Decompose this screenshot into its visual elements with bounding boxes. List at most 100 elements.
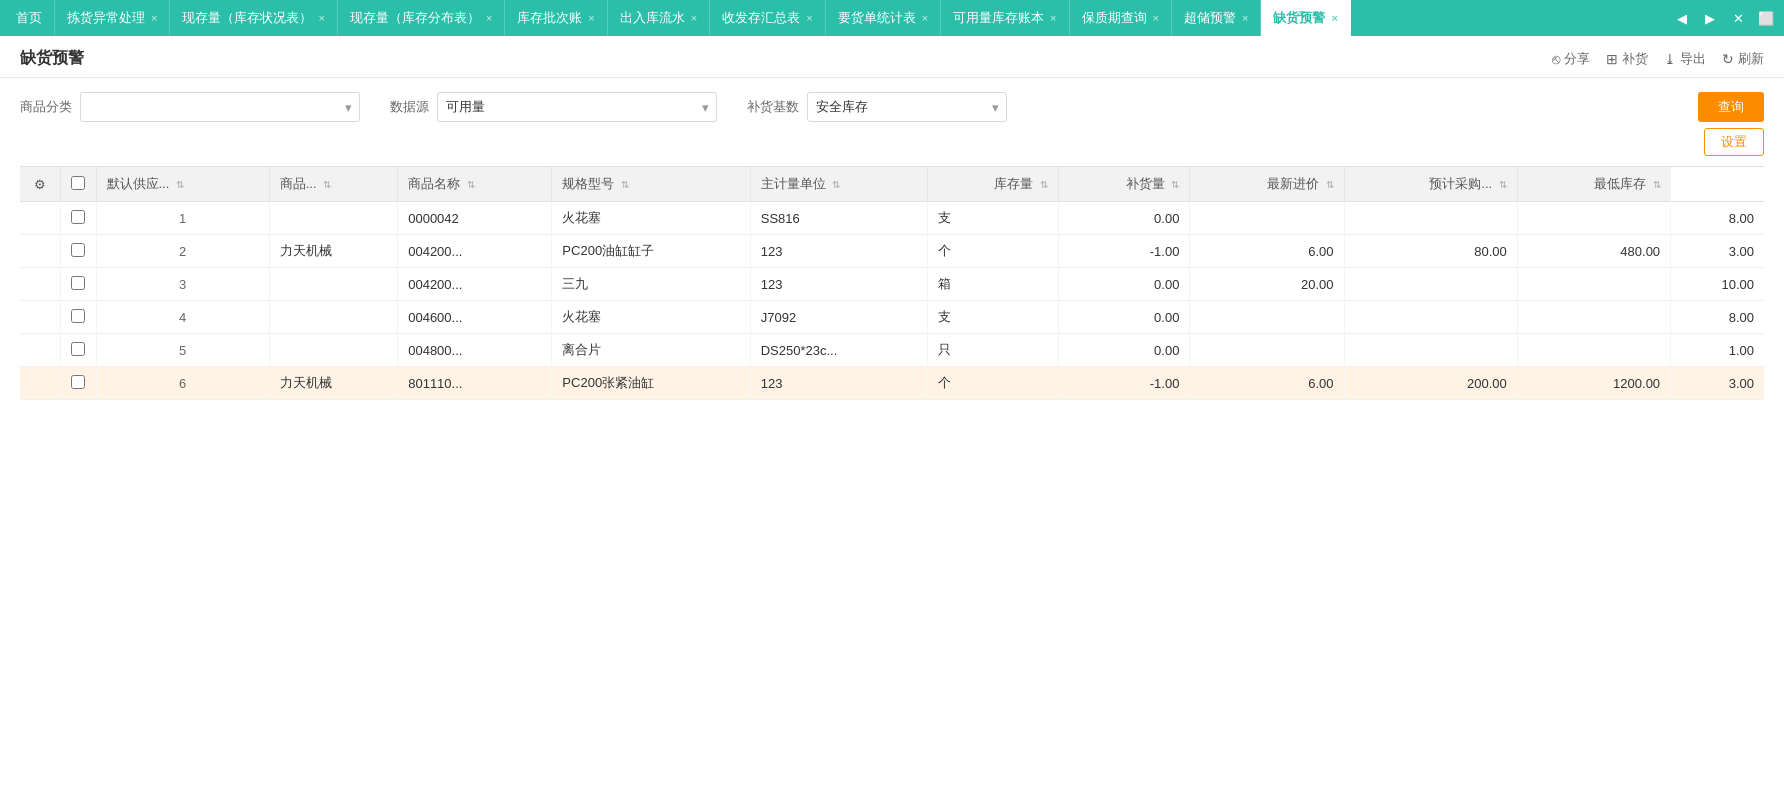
tab-bar: 首页 拣货异常处理 × 现存量（库存状况表） × 现存量（库存分布表） × 库存… (0, 0, 1784, 36)
restock-base-select[interactable]: 安全库存 (807, 92, 1007, 122)
row-product-name-1: PC200油缸缸子 (552, 235, 750, 268)
tab-receive-summary[interactable]: 收发存汇总表 × (710, 0, 825, 36)
row-min-stock-2: 10.00 (1671, 268, 1764, 301)
tab-overstock[interactable]: 超储预警 × (1172, 0, 1261, 36)
tab-close-available-ledger[interactable]: × (1050, 12, 1056, 24)
tab-available-ledger[interactable]: 可用量库存账本 × (941, 0, 1069, 36)
row-num-2: 3 (96, 268, 269, 301)
col-gear: ⚙ (20, 167, 60, 202)
col-header-stock-qty[interactable]: 库存量 ⇅ (927, 167, 1058, 202)
tab-demand-stat[interactable]: 要货单统计表 × (826, 0, 941, 36)
row-check-cell-5[interactable] (60, 367, 96, 400)
row-stock-qty-2: 0.00 (1059, 268, 1190, 301)
row-product-code-5: 801110... (398, 367, 552, 400)
tab-inout-flow[interactable]: 出入库流水 × (608, 0, 710, 36)
row-latest-price-5: 200.00 (1344, 367, 1517, 400)
col-header-product-code[interactable]: 商品... ⇅ (269, 167, 397, 202)
col-header-estimated-purchase[interactable]: 预计采购... ⇅ (1344, 167, 1517, 202)
row-estimated-purchase-4 (1517, 334, 1670, 367)
restock-base-label: 补货基数 (747, 98, 799, 116)
col-header-restock-qty[interactable]: 补货量 ⇅ (1059, 167, 1190, 202)
row-checkbox-3[interactable] (71, 309, 85, 323)
tab-close-shortage[interactable]: × (1331, 12, 1337, 24)
row-default-supplier-3 (269, 301, 397, 334)
tab-maximize-button[interactable]: ⬜ (1752, 4, 1780, 32)
tab-close-demand-stat[interactable]: × (922, 12, 928, 24)
tab-prev-button[interactable]: ◀ (1668, 4, 1696, 32)
refresh-icon: ↻ (1722, 51, 1734, 67)
row-latest-price-4 (1344, 334, 1517, 367)
export-icon: ⤓ (1664, 51, 1676, 67)
query-button[interactable]: 查询 (1698, 92, 1764, 122)
row-spec-1: 123 (750, 235, 927, 268)
row-checkbox-0[interactable] (71, 210, 85, 224)
row-restock-qty-1: 6.00 (1190, 235, 1344, 268)
col-header-product-name[interactable]: 商品名称 ⇅ (398, 167, 552, 202)
row-check-cell-1[interactable] (60, 235, 96, 268)
row-num-4: 5 (96, 334, 269, 367)
row-unit-0: 支 (927, 202, 1058, 235)
tab-inventory-status[interactable]: 现存量（库存状况表） × (170, 0, 337, 36)
tab-close-batch-account[interactable]: × (588, 12, 594, 24)
datasource-select-wrapper: 可用量 ▾ (437, 92, 717, 122)
tab-close-expiry-query[interactable]: × (1153, 12, 1159, 24)
sort-product-name-icon: ⇅ (467, 179, 475, 190)
tab-abnormal[interactable]: 拣货异常处理 × (55, 0, 170, 36)
refresh-button[interactable]: ↻ 刷新 (1722, 50, 1764, 68)
restock-base-filter-group: 补货基数 安全库存 ▾ (747, 92, 1007, 122)
row-product-code-2: 004200... (398, 268, 552, 301)
row-checkbox-5[interactable] (71, 375, 85, 389)
row-gear-4 (20, 334, 60, 367)
table-row: 4 004600... 火花塞 J7092 支 0.00 8.00 (20, 301, 1764, 334)
tab-close-inout-flow[interactable]: × (691, 12, 697, 24)
gear-icon[interactable]: ⚙ (34, 177, 46, 192)
row-default-supplier-1: 力天机械 (269, 235, 397, 268)
tab-inventory-dist[interactable]: 现存量（库存分布表） × (338, 0, 505, 36)
row-checkbox-4[interactable] (71, 342, 85, 356)
col-header-min-stock[interactable]: 最低库存 ⇅ (1517, 167, 1670, 202)
row-product-code-4: 004800... (398, 334, 552, 367)
tab-close-all-button[interactable]: ✕ (1724, 4, 1752, 32)
tab-close-inventory-status[interactable]: × (318, 12, 324, 24)
col-header-latest-price[interactable]: 最新进价 ⇅ (1190, 167, 1344, 202)
row-latest-price-0 (1344, 202, 1517, 235)
row-unit-4: 只 (927, 334, 1058, 367)
row-check-cell-0[interactable] (60, 202, 96, 235)
share-button[interactable]: ⎋ 分享 (1552, 50, 1590, 68)
tab-shortage[interactable]: 缺货预警 × (1261, 0, 1350, 36)
row-spec-2: 123 (750, 268, 927, 301)
sort-estimated-purchase-icon: ⇅ (1499, 179, 1507, 190)
settings-button[interactable]: 设置 (1704, 128, 1764, 156)
tab-home[interactable]: 首页 (4, 0, 55, 36)
tab-next-button[interactable]: ▶ (1696, 4, 1724, 32)
row-check-cell-4[interactable] (60, 334, 96, 367)
export-button[interactable]: ⤓ 导出 (1664, 50, 1706, 68)
header-actions: ⎋ 分享 ⊞ 补货 ⤓ 导出 ↻ 刷新 (1552, 50, 1764, 68)
tab-close-inventory-dist[interactable]: × (486, 12, 492, 24)
restock-button[interactable]: ⊞ 补货 (1606, 50, 1648, 68)
select-all-checkbox[interactable] (71, 176, 85, 190)
tab-batch-account[interactable]: 库存批次账 × (505, 0, 607, 36)
col-header-spec[interactable]: 规格型号 ⇅ (552, 167, 750, 202)
data-table: ⚙ 默认供应... ⇅ 商品... ⇅ 商品名称 ⇅ (20, 166, 1764, 400)
row-spec-3: J7092 (750, 301, 927, 334)
row-restock-qty-0 (1190, 202, 1344, 235)
row-checkbox-2[interactable] (71, 276, 85, 290)
row-check-cell-3[interactable] (60, 301, 96, 334)
row-checkbox-1[interactable] (71, 243, 85, 257)
row-gear-1 (20, 235, 60, 268)
tab-expiry-query[interactable]: 保质期查询 × (1070, 0, 1172, 36)
row-default-supplier-0 (269, 202, 397, 235)
row-check-cell-2[interactable] (60, 268, 96, 301)
tab-close-abnormal[interactable]: × (151, 12, 157, 24)
col-header-unit[interactable]: 主计量单位 ⇅ (750, 167, 927, 202)
datasource-select[interactable]: 可用量 (437, 92, 717, 122)
tab-close-receive-summary[interactable]: × (806, 12, 812, 24)
page-title: 缺货预警 (20, 48, 84, 69)
tab-close-overstock[interactable]: × (1242, 12, 1248, 24)
category-select[interactable] (80, 92, 360, 122)
restock-base-select-wrapper: 安全库存 ▾ (807, 92, 1007, 122)
share-icon: ⎋ (1552, 51, 1560, 67)
col-header-default-supplier[interactable]: 默认供应... ⇅ (96, 167, 269, 202)
row-gear-5 (20, 367, 60, 400)
